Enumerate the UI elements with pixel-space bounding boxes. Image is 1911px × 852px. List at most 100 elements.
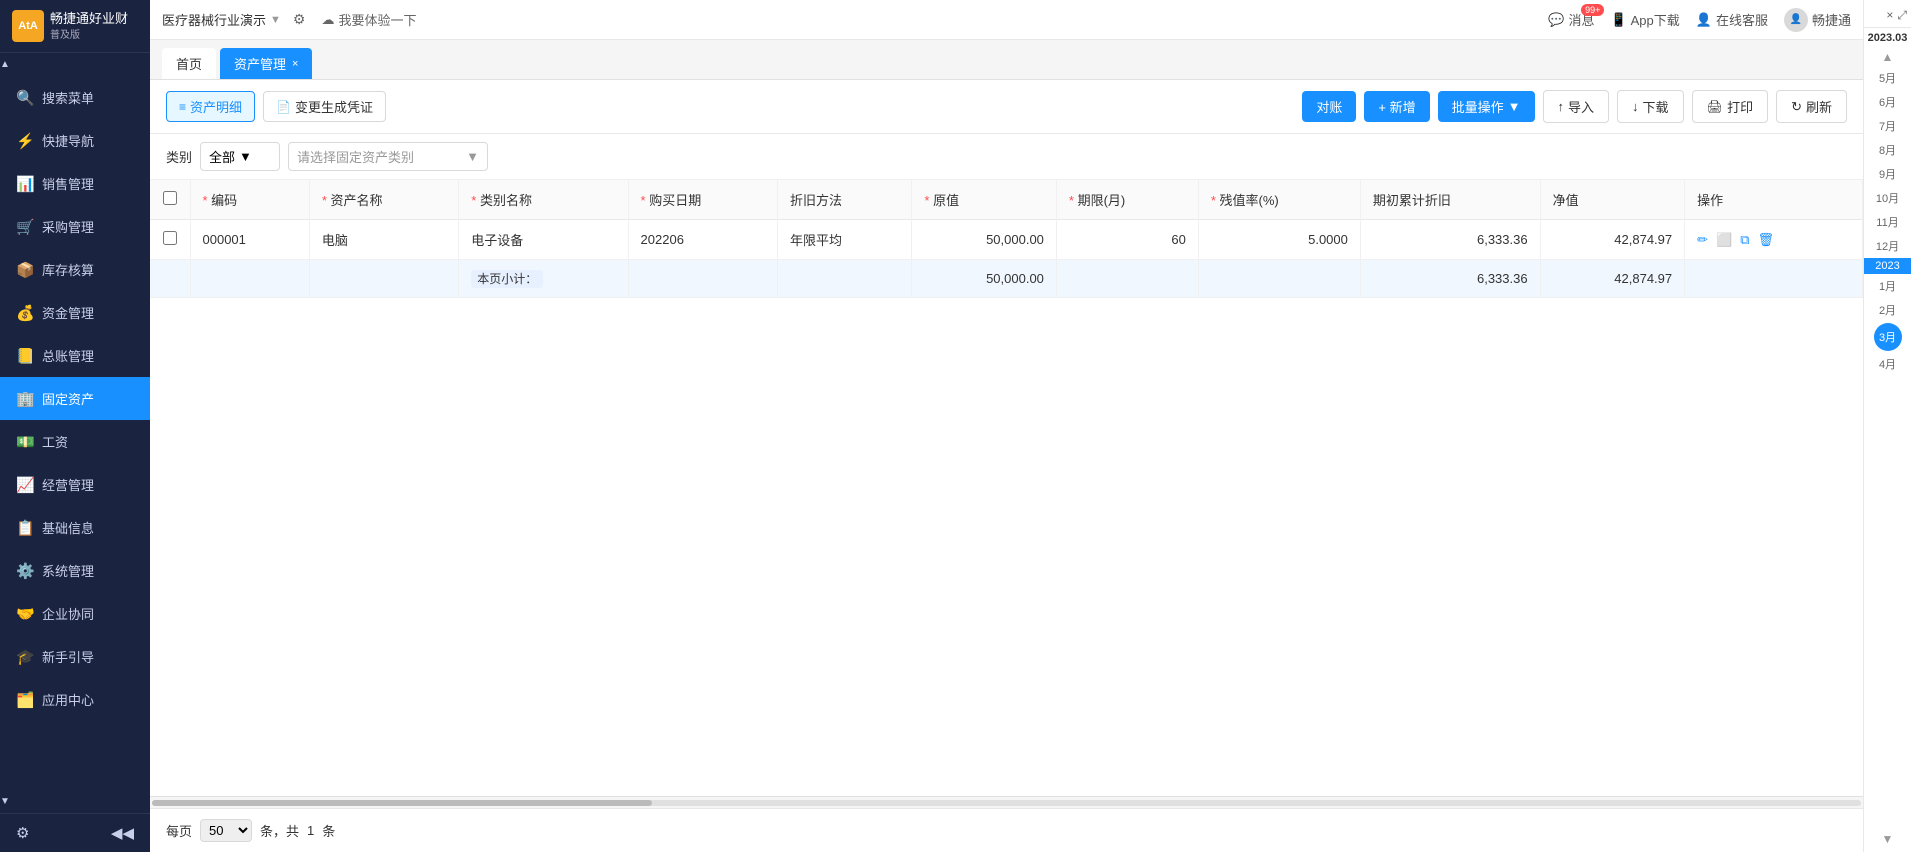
settings-gear-icon[interactable]: ⚙ <box>293 11 306 28</box>
month-item[interactable]: 1月 <box>1864 274 1911 298</box>
sidebar-item-purchase[interactable]: 🛒 采购管理 <box>0 205 150 248</box>
new-button[interactable]: + 新增 <box>1364 91 1429 122</box>
table-body: 000001 电脑 电子设备 202206 年限平均 50,000.00 60 … <box>150 220 1863 298</box>
total-unit: 条 <box>322 821 335 840</box>
month-item[interactable]: 11月 <box>1864 210 1911 234</box>
cell-name: 电脑 <box>309 220 458 260</box>
panel-down-arrow[interactable]: ▼ <box>1880 830 1896 848</box>
month-item[interactable]: 9月 <box>1864 162 1911 186</box>
app_center-icon: 🗂️ <box>16 691 34 709</box>
delete-icon[interactable]: 🗑 <box>1758 232 1775 248</box>
right-date-panel: × ⤢ 2023.03 ▲ 5月6月7月8月9月10月11月12月20231月2… <box>1863 0 1911 852</box>
month-item[interactable]: 4月 <box>1864 352 1911 376</box>
settings-icon[interactable]: ⚙ <box>16 824 29 842</box>
tab-asset-management[interactable]: 资产管理 × <box>220 48 312 79</box>
user-profile[interactable]: 👤 畅捷通 <box>1784 8 1851 32</box>
sidebar-label-inventory: 库存核算 <box>42 260 94 279</box>
sidebar-label-basic_info: 基础信息 <box>42 518 94 537</box>
duplicate-icon[interactable]: ⧉ <box>1740 232 1749 248</box>
sales-icon: 📊 <box>16 175 34 193</box>
month-item[interactable]: 5月 <box>1864 66 1911 90</box>
month-item[interactable]: 8月 <box>1864 138 1911 162</box>
sidebar-item-cooperation[interactable]: 🤝 企业协同 <box>0 592 150 635</box>
tab-home[interactable]: 首页 <box>162 48 216 79</box>
basic_info-icon: 📋 <box>16 519 34 537</box>
col-depreciation-method: 折旧方法 <box>778 180 912 220</box>
sub-toolbar: ≡ 资产明细 📄 变更生成凭证 对账 + 新增 批量操作 ▼ ↑ <box>150 80 1863 134</box>
sidebar-item-salary[interactable]: 💵工资 <box>0 420 150 463</box>
month-item[interactable]: 12月 <box>1864 234 1911 258</box>
scroll-down-indicator: ▼ <box>0 790 10 813</box>
app-download-button[interactable]: 📱 App下载 <box>1610 10 1679 29</box>
system-icon: ⚙️ <box>16 562 34 580</box>
sidebar: AtA 畅捷通好业财 普及版 ▲ 🔍搜索菜单⚡快捷导航📊销售管理🛒采购管理📦库存… <box>0 0 150 852</box>
filter-bar: 类别 全部 ▼ 请选择固定资产类别 ▼ <box>150 134 1863 180</box>
scroll-down-arrow[interactable]: ▼ <box>0 794 12 809</box>
download-icon: ↓ <box>1632 99 1639 114</box>
experience-label[interactable]: 我要体验一下 <box>338 10 416 29</box>
sidebar-item-inventory[interactable]: 📦库存核算 <box>0 248 150 291</box>
horizontal-scrollbar[interactable] <box>150 796 1863 808</box>
sidebar-item-basic_info[interactable]: 📋 基础信息 <box>0 506 150 549</box>
expand-panel-icon[interactable]: ⤢ <box>1897 8 1907 23</box>
tab-asset-details[interactable]: ≡ 资产明细 <box>166 91 255 122</box>
guide-icon: 🎓 <box>16 648 34 666</box>
company-arrow-icon: ▼ <box>270 14 281 26</box>
tab-change-voucher[interactable]: 📄 变更生成凭证 <box>263 91 386 122</box>
sidebar-item-quicknav[interactable]: ⚡快捷导航 <box>0 119 150 162</box>
print-button[interactable]: 🖨 打印 <box>1692 90 1769 123</box>
company-selector[interactable]: 医疗器械行业演示 ▼ <box>162 10 281 29</box>
sidebar-item-sales[interactable]: 📊销售管理 <box>0 162 150 205</box>
row-checkbox-0[interactable] <box>163 231 177 245</box>
month-item[interactable]: 2月 <box>1864 298 1911 322</box>
col-actions: 操作 <box>1685 180 1863 220</box>
mobile-icon: 📱 <box>1610 12 1626 28</box>
search-icon: 🔍 <box>16 89 34 107</box>
category-search-input[interactable]: 请选择固定资产类别 ▼ <box>288 142 488 171</box>
sidebar-item-app_center[interactable]: 🗂️应用中心 <box>0 678 150 721</box>
purchase-icon: 🛒 <box>16 218 34 236</box>
cooperation-icon: 🤝 <box>16 605 34 623</box>
month-item[interactable]: 7月 <box>1864 114 1911 138</box>
panel-up-arrow[interactable]: ▲ <box>1880 48 1896 66</box>
month-item[interactable]: 10月 <box>1864 186 1911 210</box>
download-button[interactable]: ↓ 下载 <box>1617 90 1684 123</box>
close-panel-icon[interactable]: × <box>1886 8 1893 23</box>
month-item[interactable]: 3月 <box>1874 323 1902 351</box>
subtotal-row: 本页小计： 50,000.00 6,333.36 42,874.97 <box>150 260 1863 298</box>
sidebar-item-business[interactable]: 📈经营管理 <box>0 463 150 506</box>
topbar: 医疗器械行业演示 ▼ ⚙ ☁ 我要体验一下 💬 消息 99+ 📱 App下载 👤… <box>150 0 1863 40</box>
sidebar-label-search: 搜索菜单 <box>42 88 94 107</box>
category-type-select[interactable]: 全部 ▼ <box>200 142 280 171</box>
sidebar-item-system[interactable]: ⚙️系统管理 <box>0 549 150 592</box>
month-item[interactable]: 6月 <box>1864 90 1911 114</box>
messages-button[interactable]: 💬 消息 99+ <box>1548 10 1594 29</box>
online-service-button[interactable]: 👤 在线客服 <box>1696 10 1768 29</box>
per-page-select[interactable]: 50 100 200 <box>200 819 252 842</box>
import-button[interactable]: ↑ 导入 <box>1543 90 1610 123</box>
sidebar-label-cooperation: 企业协同 <box>42 604 94 623</box>
ledger-icon: 📒 <box>16 347 34 365</box>
edit-icon[interactable]: ✏ <box>1697 232 1708 248</box>
scroll-up-arrow[interactable]: ▲ <box>0 57 12 72</box>
select-all-checkbox[interactable] <box>163 191 177 205</box>
subtotal-net-value: 42,874.97 <box>1540 260 1685 298</box>
collapse-icon[interactable]: ◀◀ <box>111 824 134 842</box>
sidebar-item-fixed_assets[interactable]: 🏢固定资产 <box>0 377 150 420</box>
reconcile-button[interactable]: 对账 <box>1302 91 1356 122</box>
quicknav-icon: ⚡ <box>16 132 34 150</box>
batch-button[interactable]: 批量操作 ▼ <box>1438 91 1535 122</box>
refresh-button[interactable]: ↻ 刷新 <box>1776 90 1847 123</box>
subtotal-accumulated-depreciation: 6,333.36 <box>1360 260 1540 298</box>
sidebar-item-ledger[interactable]: 📒总账管理 <box>0 334 150 377</box>
sidebar-item-finance[interactable]: 💰资金管理 <box>0 291 150 334</box>
right-panel-header: × ⤢ <box>1864 4 1911 28</box>
sidebar-label-purchase: 采购管理 <box>42 217 94 236</box>
copy-icon[interactable]: ⬜ <box>1716 232 1732 248</box>
sidebar-item-search[interactable]: 🔍 搜索菜单 <box>0 76 150 119</box>
sidebar-item-guide[interactable]: 🎓新手引导 <box>0 635 150 678</box>
col-period: 期限(月) <box>1056 180 1198 220</box>
subtotal-original-value: 50,000.00 <box>912 260 1057 298</box>
tab-close-icon[interactable]: × <box>292 58 298 70</box>
col-purchase-date: 购买日期 <box>628 180 777 220</box>
